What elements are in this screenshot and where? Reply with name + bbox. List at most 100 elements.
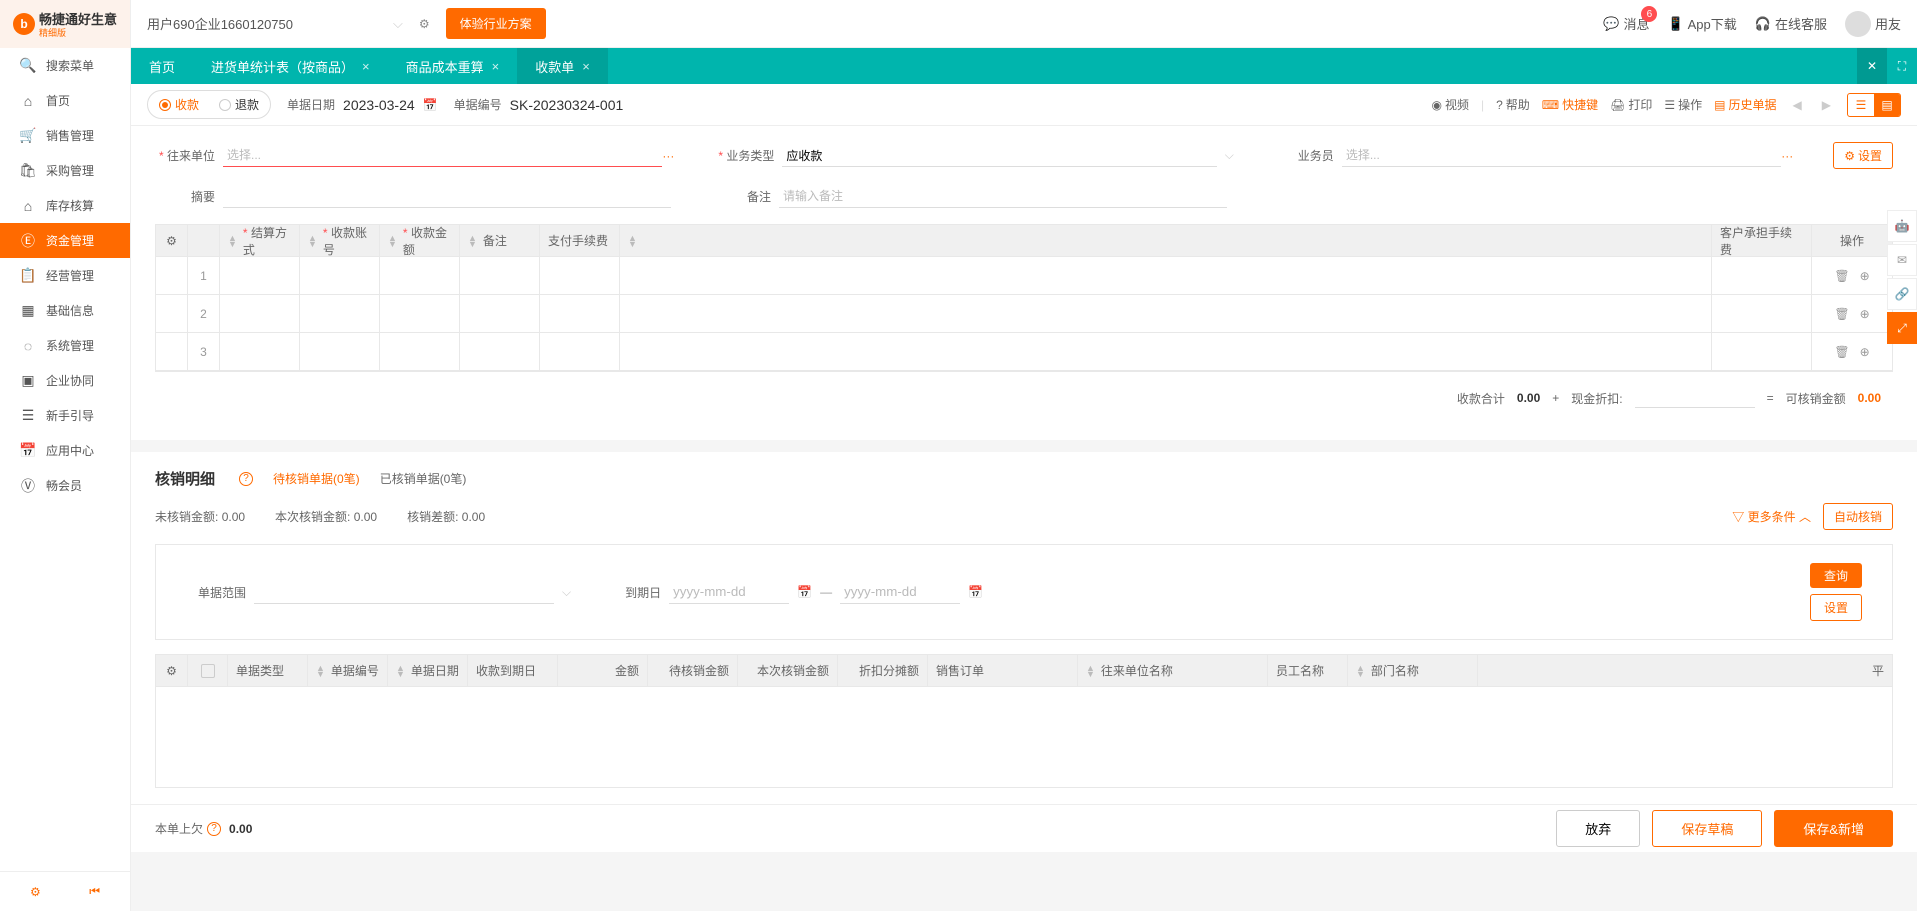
sidebar-item-2[interactable]: 🛒销售管理 (0, 118, 130, 153)
remark-input[interactable] (779, 185, 1227, 208)
float-mail[interactable]: ✉ (1887, 244, 1917, 276)
col-settle[interactable]: 结算方式 (243, 224, 291, 258)
partner-more[interactable]: ··· (662, 149, 674, 163)
col-account[interactable]: 收款账号 (323, 224, 371, 258)
tab-pending[interactable]: 待核销单据(0笔) (273, 470, 360, 487)
app-download-link[interactable]: 📱 App下载 (1667, 14, 1736, 33)
save-draft-button[interactable]: 保存草稿 (1652, 810, 1762, 847)
col-plat[interactable]: 平 (1872, 662, 1884, 679)
add-icon[interactable]: ⊕ (1860, 307, 1870, 321)
tab-0[interactable]: 首页 (131, 48, 193, 84)
delete-icon[interactable]: 🗑 (1834, 269, 1849, 283)
help-icon[interactable]: ? (239, 472, 253, 486)
col-order[interactable]: 销售订单 (936, 662, 984, 679)
delete-icon[interactable]: 🗑 (1834, 307, 1849, 321)
view-card[interactable]: ▤ (1874, 94, 1900, 116)
col-rcvdate[interactable]: 收款到期日 (476, 662, 536, 679)
table-row[interactable]: 3🗑⊕ (156, 333, 1892, 371)
col-custfee[interactable]: 客户承担手续费 (1720, 224, 1803, 258)
col-this[interactable]: 本次核销金额 (757, 662, 829, 679)
tab-3[interactable]: 收款单× (517, 48, 608, 84)
cash-discount-input[interactable] (1635, 388, 1755, 408)
sidebar-item-12[interactable]: Ⓥ畅会员 (0, 468, 130, 503)
table-row[interactable]: 2🗑⊕ (156, 295, 1892, 333)
chevron-down-icon[interactable]: ⌵ (1225, 148, 1234, 163)
help-icon[interactable]: ? (207, 822, 221, 836)
tab-close[interactable]: × (492, 59, 500, 74)
sidebar-item-4[interactable]: ⌂库存核算 (0, 188, 130, 223)
add-icon[interactable]: ⊕ (1860, 269, 1870, 283)
biztype-input[interactable] (782, 144, 1216, 167)
view-list[interactable]: ☰ (1848, 94, 1874, 116)
tab-close[interactable]: × (582, 59, 590, 74)
col-fee[interactable]: 支付手续费 (548, 232, 608, 249)
print-link[interactable]: 🖨 打印 (1610, 96, 1652, 113)
filter-settings-button[interactable]: 设置 (1810, 594, 1862, 621)
radio-receive[interactable]: 收款 (151, 94, 207, 115)
collapse-icon[interactable]: ⏮ (89, 884, 100, 899)
radio-refund[interactable]: 退款 (211, 94, 267, 115)
help-link[interactable]: ? 帮助 (1496, 96, 1530, 113)
partner-input[interactable] (223, 144, 662, 167)
more-filter[interactable]: ▽ 更多条件 ︿ (1732, 508, 1811, 525)
float-link[interactable]: 🔗 (1887, 278, 1917, 310)
sidebar-item-0[interactable]: 🔍搜索菜单 (0, 48, 130, 83)
date-from[interactable] (669, 580, 789, 604)
auto-writeoff-button[interactable]: 自动核销 (1823, 503, 1893, 530)
messages-link[interactable]: 💬 消息 6 (1603, 14, 1649, 33)
add-icon[interactable]: ⊕ (1860, 345, 1870, 359)
tab-2[interactable]: 商品成本重算× (388, 48, 518, 84)
chevron-down-icon[interactable]: ⌵ (562, 585, 571, 600)
sidebar-item-9[interactable]: ▣企业协同 (0, 363, 130, 398)
col-type[interactable]: 单据类型 (236, 662, 284, 679)
select-all-checkbox[interactable] (201, 664, 215, 678)
support-link[interactable]: 🎧 在线客服 (1755, 14, 1827, 33)
query-button[interactable]: 查询 (1810, 563, 1862, 588)
grid-gear[interactable]: ⚙ (156, 225, 188, 256)
salesman-input[interactable] (1342, 144, 1781, 167)
sidebar-item-5[interactable]: Ⓔ资金管理 (0, 223, 130, 258)
discard-button[interactable]: 放弃 (1556, 810, 1640, 847)
gear-icon[interactable]: ⚙ (419, 17, 430, 31)
summary-input[interactable] (223, 185, 671, 208)
tab-close[interactable]: × (362, 59, 370, 74)
trial-button[interactable]: 体验行业方案 (446, 8, 546, 39)
settings-button[interactable]: ⚙ 设置 (1833, 142, 1893, 169)
calendar-icon[interactable]: 📅 (423, 98, 438, 112)
col-disc[interactable]: 折扣分摊额 (859, 662, 919, 679)
sidebar-item-11[interactable]: 📅应用中心 (0, 433, 130, 468)
sidebar-item-7[interactable]: ▦基础信息 (0, 293, 130, 328)
video-link[interactable]: ◉ 视频 (1431, 96, 1469, 113)
prev-bill[interactable]: ◀ (1789, 98, 1806, 112)
float-expand[interactable]: ⤢ (1887, 312, 1917, 344)
salesman-more[interactable]: ··· (1781, 149, 1793, 163)
save-new-button[interactable]: 保存&新增 (1774, 810, 1893, 847)
sidebar-item-8[interactable]: ◌系统管理 (0, 328, 130, 363)
bill-date-value[interactable]: 2023-03-24 (343, 97, 415, 113)
range-input[interactable] (254, 581, 554, 604)
delete-icon[interactable]: 🗑 (1834, 345, 1849, 359)
col-dept[interactable]: 部门名称 (1371, 662, 1419, 679)
float-robot[interactable]: 🤖 (1887, 210, 1917, 242)
tenant-select[interactable]: 用户690企业1660120750 ⌵ (147, 14, 403, 33)
sidebar-item-10[interactable]: ☰新手引导 (0, 398, 130, 433)
tab-close-all[interactable]: ✕ (1857, 48, 1887, 84)
shortcut-link[interactable]: ⌨ 快捷键 (1542, 96, 1598, 113)
col-partner[interactable]: 往来单位名称 (1101, 662, 1173, 679)
user-menu[interactable]: 用友 (1845, 11, 1901, 37)
tab-expand[interactable]: ⛶ (1887, 48, 1917, 84)
tab-done[interactable]: 已核销单据(0笔) (380, 470, 467, 487)
next-bill[interactable]: ▶ (1818, 98, 1835, 112)
col-note[interactable]: 备注 (483, 232, 507, 249)
col-emp[interactable]: 员工名称 (1276, 662, 1324, 679)
table-row[interactable]: 1🗑⊕ (156, 257, 1892, 295)
sidebar-item-1[interactable]: ⌂首页 (0, 83, 130, 118)
history-link[interactable]: ▤ 历史单据 (1714, 96, 1776, 113)
col-amount[interactable]: 收款金额 (403, 224, 451, 258)
date-to[interactable] (840, 580, 960, 604)
grid-gear[interactable]: ⚙ (156, 655, 188, 686)
calendar-icon[interactable]: 📅 (797, 585, 812, 599)
sidebar-item-3[interactable]: 🛍采购管理 (0, 153, 130, 188)
calendar-icon[interactable]: 📅 (968, 585, 983, 599)
tab-1[interactable]: 进货单统计表（按商品）× (193, 48, 388, 84)
